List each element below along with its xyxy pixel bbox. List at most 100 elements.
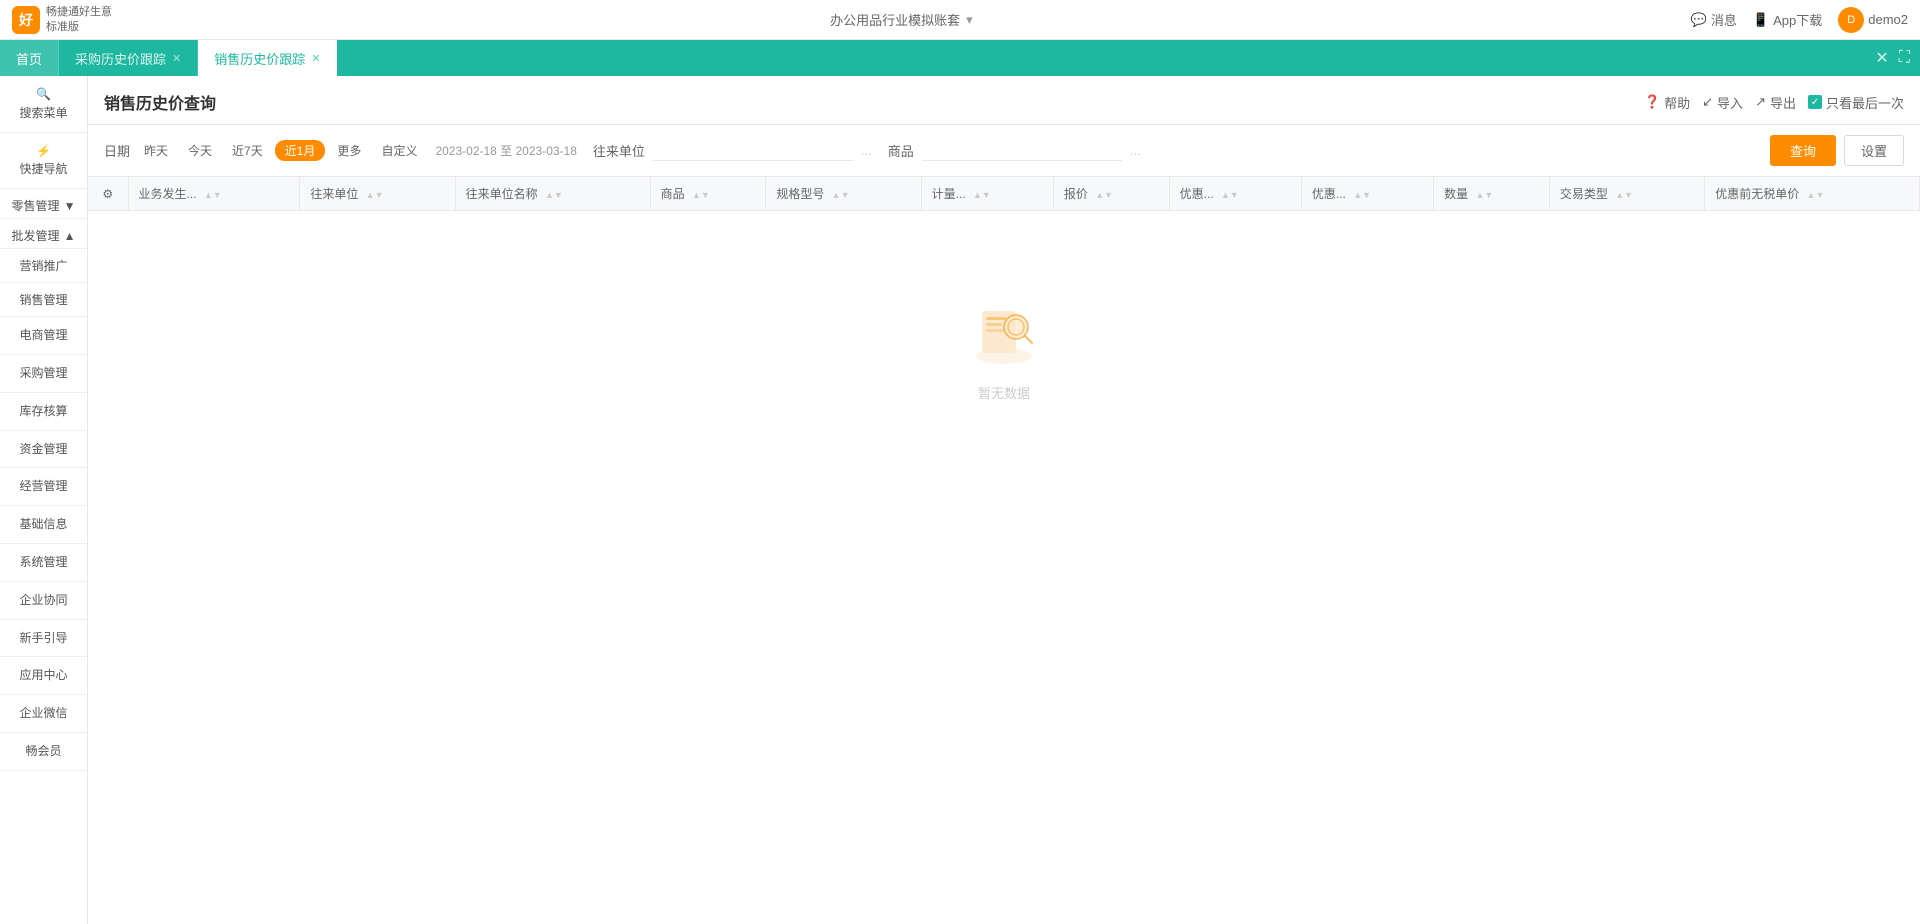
th-qty[interactable]: 数量 ▲▼ <box>1434 177 1550 211</box>
logo-icon: 好 <box>12 6 40 34</box>
tabbar-actions: ✕ ⛶ <box>1865 40 1920 76</box>
sort-arrows-trade-type: ▲▼ <box>1615 190 1633 200</box>
sidebar-item-guide[interactable]: 新手引导 <box>0 620 87 658</box>
sidebar-item-vip[interactable]: 畅会员 <box>0 733 87 771</box>
sidebar-label-search: 搜索菜单 <box>19 105 67 122</box>
tab-purchase-label: 采购历史价跟踪 <box>75 49 166 68</box>
table-container: ⚙ 业务发生... ▲▼ 往来单位 ▲▼ 往来单位名称 <box>88 177 1920 924</box>
message-button[interactable]: 💬 消息 <box>1691 10 1737 29</box>
th-tax-price[interactable]: 优惠前无税单价 ▲▼ <box>1705 177 1920 211</box>
filter-bar: 日期 昨天 今天 近7天 近1月 更多 自定义 2023-02-18 至 202… <box>88 125 1920 177</box>
avatar: D <box>1838 7 1864 33</box>
th-trade-type[interactable]: 交易类型 ▲▼ <box>1549 177 1704 211</box>
th-partner-code[interactable]: 往来单位 ▲▼ <box>300 177 455 211</box>
sort-arrows-spec: ▲▼ <box>832 190 850 200</box>
tab-purchase[interactable]: 采购历史价跟踪 ✕ <box>59 40 198 76</box>
tab-sales-close[interactable]: ✕ <box>311 52 320 65</box>
gear-icon[interactable]: ⚙ <box>102 187 113 201</box>
retail-label: 零售管理 <box>12 197 60 214</box>
product-label: 商品 <box>888 141 914 160</box>
partner-dots: ... <box>861 143 872 158</box>
page-title: 销售历史价查询 <box>104 90 216 114</box>
inventory-label: 库存核算 <box>19 403 67 420</box>
tab-sales-label: 销售历史价跟踪 <box>214 49 305 68</box>
sidebar-item-system[interactable]: 系统管理 <box>0 544 87 582</box>
sidebar-item-wholesale[interactable]: 批发管理 ▲ <box>0 219 87 249</box>
table-head: ⚙ 业务发生... ▲▼ 往来单位 ▲▼ 往来单位名称 <box>88 177 1920 211</box>
only-last-checkbox[interactable]: ✓ 只看最后一次 <box>1808 93 1904 112</box>
sidebar-item-wechat[interactable]: 企业微信 <box>0 695 87 733</box>
content-area: 销售历史价查询 ❓ 帮助 ↙ 导入 ↗ 导出 ✓ <box>88 76 1920 924</box>
app-dropdown-arrow[interactable]: ▾ <box>966 12 973 28</box>
product-filter-group: 商品 ... <box>888 141 1141 161</box>
apps-label: 应用中心 <box>19 667 67 684</box>
th-biz-date[interactable]: 业务发生... ▲▼ <box>128 177 300 211</box>
sort-arrows-partner-code: ▲▼ <box>366 190 384 200</box>
page: 销售历史价查询 ❓ 帮助 ↙ 导入 ↗ 导出 ✓ <box>88 76 1920 924</box>
sort-arrows-product: ▲▼ <box>692 190 710 200</box>
th-spec[interactable]: 规格型号 ▲▼ <box>766 177 921 211</box>
product-input[interactable] <box>922 141 1122 161</box>
sidebar-item-apps[interactable]: 应用中心 <box>0 657 87 695</box>
date-btn-more[interactable]: 更多 <box>329 140 369 161</box>
close-tab-action[interactable]: ✕ <box>1875 48 1888 68</box>
export-button[interactable]: ↗ 导出 <box>1755 93 1796 112</box>
sidebar-item-search[interactable]: 🔍 搜索菜单 <box>0 76 87 133</box>
date-btn-today[interactable]: 今天 <box>180 140 220 161</box>
th-price[interactable]: 报价 ▲▼ <box>1053 177 1169 211</box>
settings-button[interactable]: 设置 <box>1844 135 1904 166</box>
sidebar-item-ecommerce[interactable]: 电商管理 <box>0 317 87 355</box>
app-download-button[interactable]: 📱 App下载 <box>1753 10 1822 29</box>
sidebar: 🔍 搜索菜单 ⚡ 快捷导航 零售管理 ▼ 批发管理 ▲ 营销推广 销售管理 电商… <box>0 76 88 924</box>
wholesale-label: 批发管理 <box>12 227 60 244</box>
empty-state: 暂无数据 <box>88 211 1920 482</box>
maximize-action[interactable]: ⛶ <box>1899 49 1910 67</box>
sidebar-item-basic[interactable]: 基础信息 <box>0 506 87 544</box>
logo-area: 好 畅捷通好生意 标准版 <box>12 5 112 34</box>
sidebar-item-shortcut[interactable]: ⚡ 快捷导航 <box>0 133 87 190</box>
th-product[interactable]: 商品 ▲▼ <box>650 177 766 211</box>
query-button[interactable]: 查询 <box>1770 135 1836 166</box>
th-gear[interactable]: ⚙ <box>88 177 128 211</box>
tab-purchase-close[interactable]: ✕ <box>172 52 181 65</box>
date-btn-last1m[interactable]: 近1月 <box>275 140 326 161</box>
help-button[interactable]: ❓ 帮助 <box>1644 93 1690 112</box>
date-btn-custom[interactable]: 自定义 <box>373 140 425 161</box>
sidebar-item-finance[interactable]: 资金管理 <box>0 431 87 469</box>
app-name-label: 办公用品行业模拟账套 <box>830 10 960 29</box>
tab-home[interactable]: 首页 <box>0 40 59 76</box>
sidebar-sub-marketing[interactable]: 营销推广 <box>0 249 87 283</box>
import-button[interactable]: ↙ 导入 <box>1702 93 1743 112</box>
vip-label: 畅会员 <box>25 743 61 760</box>
date-btn-yesterday[interactable]: 昨天 <box>136 140 176 161</box>
th-partner-name[interactable]: 往来单位名称 ▲▼ <box>455 177 650 211</box>
topbar-center[interactable]: 办公用品行业模拟账套 ▾ <box>830 10 973 29</box>
date-range-display: 2023-02-18 至 2023-03-18 <box>435 142 576 159</box>
partner-input[interactable] <box>653 141 853 161</box>
tab-sales[interactable]: 销售历史价跟踪 ✕ <box>198 40 337 76</box>
wholesale-arrow-up: ▲ <box>64 229 76 243</box>
sort-arrows-biz-date: ▲▼ <box>204 190 222 200</box>
th-discount1[interactable]: 优惠... ▲▼ <box>1169 177 1301 211</box>
sidebar-item-enterprise[interactable]: 企业协同 <box>0 582 87 620</box>
message-icon: 💬 <box>1691 12 1707 28</box>
date-btn-last7[interactable]: 近7天 <box>224 140 271 161</box>
topbar: 好 畅捷通好生意 标准版 办公用品行业模拟账套 ▾ 💬 消息 📱 App下载 D… <box>0 0 1920 40</box>
sidebar-item-inventory[interactable]: 库存核算 <box>0 393 87 431</box>
sidebar-item-purchase[interactable]: 采购管理 <box>0 355 87 393</box>
sidebar-sub-sales[interactable]: 销售管理 <box>0 283 87 317</box>
sidebar-item-operations[interactable]: 经营管理 <box>0 468 87 506</box>
retail-arrow-down: ▼ <box>64 199 76 213</box>
date-filter-group: 日期 昨天 今天 近7天 近1月 更多 自定义 2023-02-18 至 202… <box>104 140 577 161</box>
sort-arrows-qty: ▲▼ <box>1475 190 1493 200</box>
empty-text: 暂无数据 <box>978 383 1030 402</box>
operations-label: 经营管理 <box>19 478 67 495</box>
th-discount2[interactable]: 优惠... ▲▼ <box>1301 177 1433 211</box>
tabbar: 首页 采购历史价跟踪 ✕ 销售历史价跟踪 ✕ ✕ ⛶ <box>0 40 1920 76</box>
sidebar-item-retail[interactable]: 零售管理 ▼ <box>0 189 87 219</box>
th-unit[interactable]: 计量... ▲▼ <box>921 177 1053 211</box>
topbar-right: 💬 消息 📱 App下载 D demo2 <box>1691 7 1908 33</box>
main-layout: 🔍 搜索菜单 ⚡ 快捷导航 零售管理 ▼ 批发管理 ▲ 营销推广 销售管理 电商… <box>0 76 1920 924</box>
user-menu[interactable]: D demo2 <box>1838 7 1908 33</box>
sort-arrows-partner-name: ▲▼ <box>545 190 563 200</box>
